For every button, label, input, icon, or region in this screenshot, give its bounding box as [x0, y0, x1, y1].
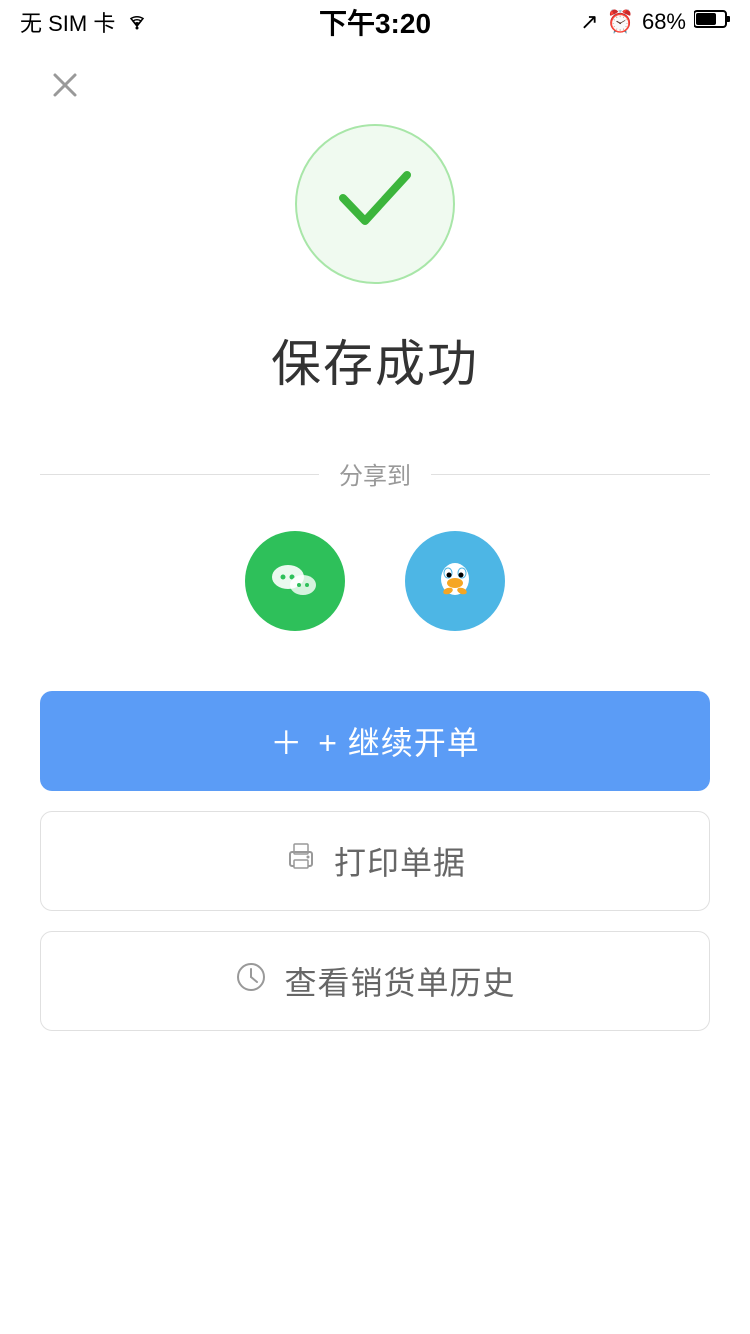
close-button[interactable]: [40, 60, 90, 110]
status-time: 下午3:20: [319, 2, 431, 42]
plus-icon: ＋: [270, 718, 302, 764]
print-icon: [284, 840, 318, 882]
share-icons-row: [245, 531, 505, 631]
main-content: 保存成功 分享到: [0, 44, 750, 1031]
wechat-share-button[interactable]: [245, 531, 345, 631]
checkmark-icon: [335, 163, 415, 246]
battery-icon: [694, 9, 730, 35]
location-icon: ↗: [580, 9, 598, 35]
qq-share-button[interactable]: [405, 531, 505, 631]
print-button[interactable]: 打印单据: [40, 811, 710, 911]
share-section: 分享到: [0, 456, 750, 491]
clock-icon: [234, 960, 268, 1002]
status-left: 无 SIM 卡: [20, 6, 151, 38]
continue-order-label: + 继续开单: [318, 718, 480, 764]
continue-order-button[interactable]: ＋ + 继续开单: [40, 691, 710, 791]
no-sim-text: 无 SIM 卡: [20, 6, 115, 38]
share-label: 分享到: [319, 456, 431, 491]
success-icon-circle: [295, 124, 455, 284]
status-bar: 无 SIM 卡 下午3:20 ↗ ⏰ 68%: [0, 0, 750, 44]
wifi-icon: [123, 8, 151, 37]
history-button[interactable]: 查看销货单历史: [40, 931, 710, 1031]
print-label: 打印单据: [334, 838, 466, 884]
alarm-icon: ⏰: [607, 9, 634, 35]
status-right: ↗ ⏰ 68%: [580, 9, 730, 35]
history-label: 查看销货单历史: [284, 958, 515, 1004]
battery-text: 68%: [642, 9, 686, 35]
action-buttons: ＋ + 继续开单 打印单据: [0, 691, 750, 1031]
success-title: 保存成功: [271, 324, 479, 396]
